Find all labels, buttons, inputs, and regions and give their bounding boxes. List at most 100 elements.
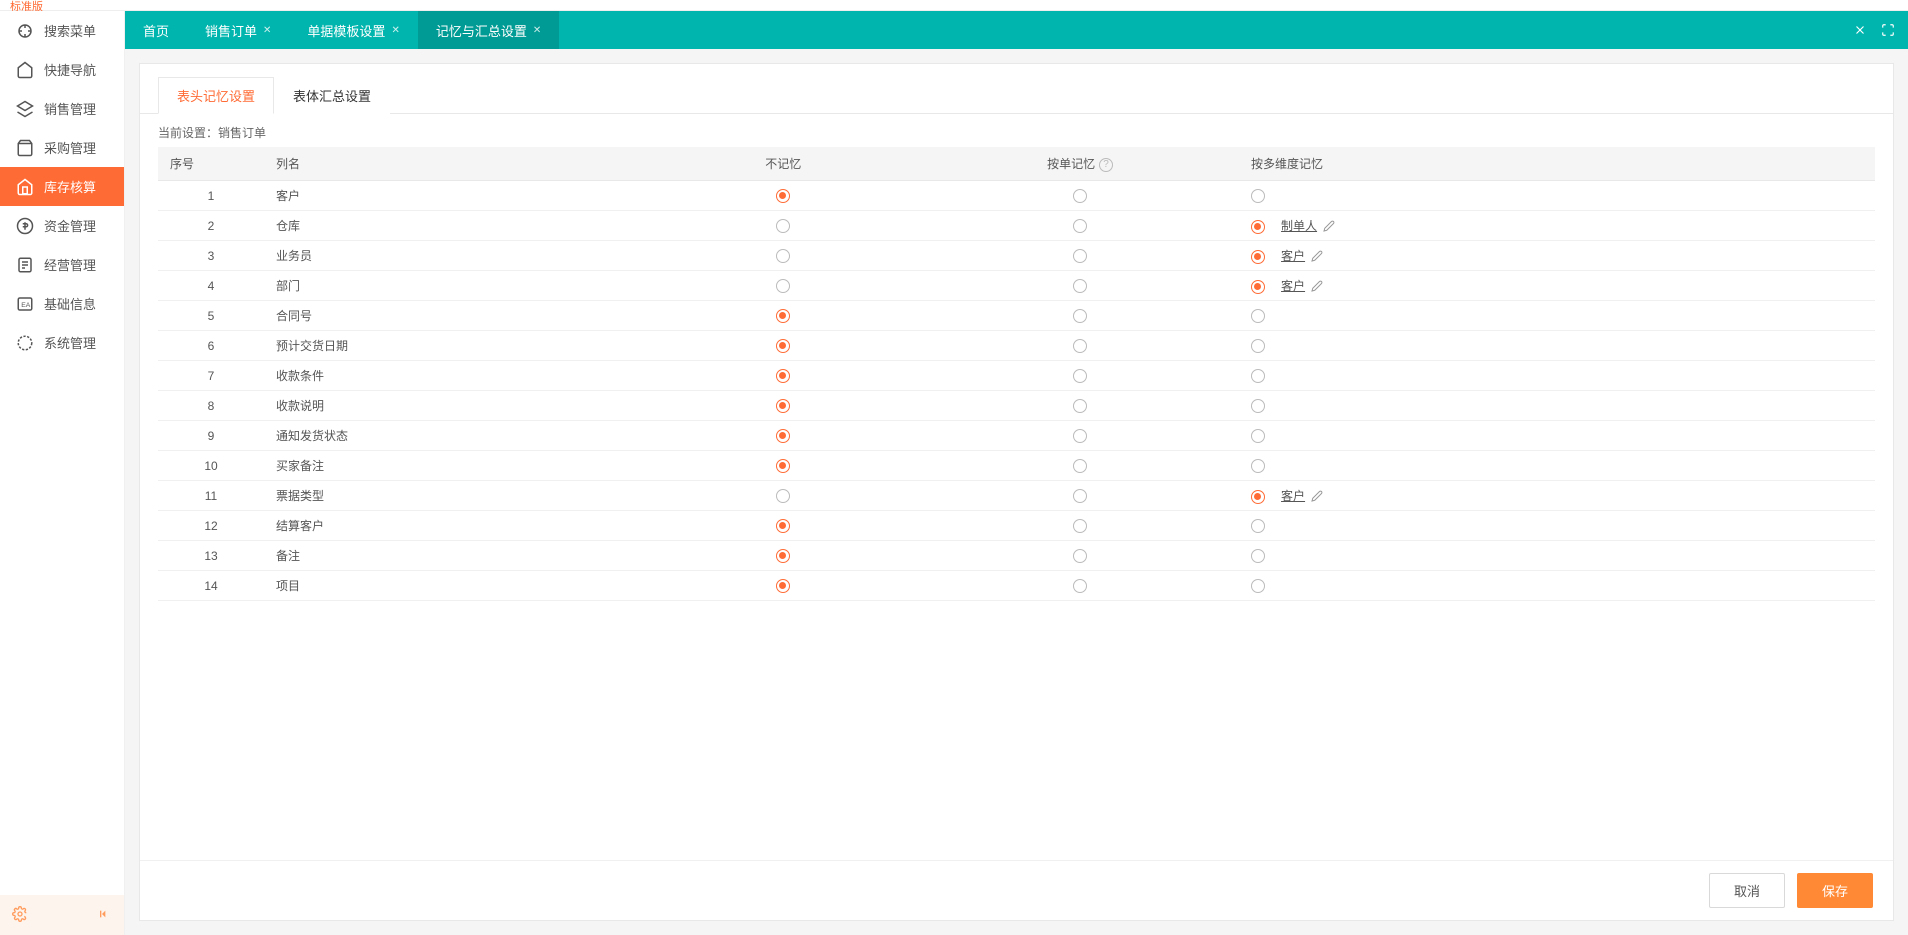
cell-bydim: 客户 xyxy=(1239,271,1875,301)
cell-name: 票据类型 xyxy=(264,481,646,511)
cell-nomemory xyxy=(646,391,922,421)
table-row: 9通知发货状态 xyxy=(158,421,1875,451)
close-all-icon[interactable] xyxy=(1848,18,1872,42)
sidebar-item-inventory[interactable]: 库存核算 xyxy=(0,167,124,206)
radio-bybill[interactable] xyxy=(1073,279,1087,293)
radio-bydim[interactable] xyxy=(1251,579,1265,593)
radio-bybill[interactable] xyxy=(1073,579,1087,593)
radio-nomemory[interactable] xyxy=(776,579,790,593)
dim-link[interactable]: 客户 xyxy=(1281,247,1305,264)
cell-bydim: 客户 xyxy=(1239,241,1875,271)
dim-link[interactable]: 客户 xyxy=(1281,487,1305,504)
sidebar-item-search-menu[interactable]: 搜索菜单 xyxy=(0,11,124,50)
save-button[interactable]: 保存 xyxy=(1797,873,1873,908)
radio-nomemory[interactable] xyxy=(776,249,790,263)
radio-bybill[interactable] xyxy=(1073,189,1087,203)
dim-link[interactable]: 制单人 xyxy=(1281,217,1317,234)
cell-name: 合同号 xyxy=(264,301,646,331)
cell-name: 预计交货日期 xyxy=(264,331,646,361)
tab-home[interactable]: 首页 xyxy=(125,11,187,49)
radio-bybill[interactable] xyxy=(1073,219,1087,233)
radio-bydim[interactable] xyxy=(1251,429,1265,443)
radio-bydim[interactable] xyxy=(1251,280,1265,294)
radio-bybill[interactable] xyxy=(1073,489,1087,503)
radio-bydim[interactable] xyxy=(1251,490,1265,504)
dim-link[interactable]: 客户 xyxy=(1281,277,1305,294)
radio-bybill[interactable] xyxy=(1073,459,1087,473)
radio-bybill[interactable] xyxy=(1073,309,1087,323)
memory-table: 序号 列名 不记忆 按单记忆? 按多维度记忆 1客户2仓库制单人3业务员客户4部… xyxy=(158,147,1875,601)
sidebar-item-quick-nav[interactable]: 快捷导航 xyxy=(0,50,124,89)
inner-tabs: 表头记忆设置表体汇总设置 xyxy=(140,64,1893,114)
sidebar-item-system-mgmt[interactable]: 系统管理 xyxy=(0,323,124,362)
radio-bydim[interactable] xyxy=(1251,369,1265,383)
edit-icon[interactable] xyxy=(1323,220,1335,232)
sidebar-item-basic-info[interactable]: EA基础信息 xyxy=(0,284,124,323)
radio-nomemory[interactable] xyxy=(776,369,790,383)
close-icon[interactable]: ✕ xyxy=(391,25,399,36)
radio-bybill[interactable] xyxy=(1073,399,1087,413)
tab-sales-order[interactable]: 销售订单✕ xyxy=(187,11,289,49)
sidebar-item-purchase-mgmt[interactable]: 采购管理 xyxy=(0,128,124,167)
cancel-button[interactable]: 取消 xyxy=(1709,873,1785,908)
cell-nomemory xyxy=(646,271,922,301)
radio-nomemory[interactable] xyxy=(776,309,790,323)
tab-memory-summary[interactable]: 记忆与汇总设置✕ xyxy=(418,11,559,49)
radio-bybill[interactable] xyxy=(1073,369,1087,383)
radio-bybill[interactable] xyxy=(1073,429,1087,443)
cell-name: 收款条件 xyxy=(264,361,646,391)
radio-bydim[interactable] xyxy=(1251,189,1265,203)
cell-nomemory xyxy=(646,571,922,601)
radio-bydim[interactable] xyxy=(1251,459,1265,473)
cell-bydim xyxy=(1239,511,1875,541)
collapse-icon[interactable] xyxy=(96,906,112,925)
radio-bydim[interactable] xyxy=(1251,309,1265,323)
close-icon[interactable]: ✕ xyxy=(533,25,541,36)
system-mgmt-icon xyxy=(16,334,34,352)
cell-seq: 7 xyxy=(158,361,264,391)
cell-name: 业务员 xyxy=(264,241,646,271)
radio-nomemory[interactable] xyxy=(776,279,790,293)
radio-bybill[interactable] xyxy=(1073,549,1087,563)
tab-doc-template[interactable]: 单据模板设置✕ xyxy=(289,11,417,49)
radio-bydim[interactable] xyxy=(1251,339,1265,353)
radio-bybill[interactable] xyxy=(1073,249,1087,263)
radio-bydim[interactable] xyxy=(1251,220,1265,234)
business-mgmt-icon xyxy=(16,256,34,274)
close-icon[interactable]: ✕ xyxy=(263,25,271,36)
radio-nomemory[interactable] xyxy=(776,519,790,533)
gear-icon[interactable] xyxy=(12,906,28,925)
radio-nomemory[interactable] xyxy=(776,339,790,353)
quick-nav-icon xyxy=(16,61,34,79)
radio-nomemory[interactable] xyxy=(776,219,790,233)
radio-nomemory[interactable] xyxy=(776,399,790,413)
edit-icon[interactable] xyxy=(1311,280,1323,292)
radio-bydim[interactable] xyxy=(1251,549,1265,563)
inner-tab-header-memory[interactable]: 表头记忆设置 xyxy=(158,77,274,114)
radio-bydim[interactable] xyxy=(1251,399,1265,413)
radio-nomemory[interactable] xyxy=(776,489,790,503)
cell-bydim xyxy=(1239,451,1875,481)
radio-nomemory[interactable] xyxy=(776,429,790,443)
radio-bybill[interactable] xyxy=(1073,519,1087,533)
sidebar-item-business-mgmt[interactable]: 经营管理 xyxy=(0,245,124,284)
cell-name: 收款说明 xyxy=(264,391,646,421)
sidebar-item-funds-mgmt[interactable]: 资金管理 xyxy=(0,206,124,245)
inner-tab-body-summary[interactable]: 表体汇总设置 xyxy=(274,77,390,114)
table-row: 7收款条件 xyxy=(158,361,1875,391)
radio-nomemory[interactable] xyxy=(776,459,790,473)
table-row: 14项目 xyxy=(158,571,1875,601)
radio-bydim[interactable] xyxy=(1251,519,1265,533)
sidebar-item-sales-mgmt[interactable]: 销售管理 xyxy=(0,89,124,128)
radio-nomemory[interactable] xyxy=(776,549,790,563)
help-icon[interactable]: ? xyxy=(1099,158,1113,172)
fullscreen-icon[interactable] xyxy=(1876,18,1900,42)
radio-bybill[interactable] xyxy=(1073,339,1087,353)
edit-icon[interactable] xyxy=(1311,250,1323,262)
cell-bybill xyxy=(921,301,1239,331)
radio-bydim[interactable] xyxy=(1251,250,1265,264)
cell-seq: 12 xyxy=(158,511,264,541)
edit-icon[interactable] xyxy=(1311,490,1323,502)
cell-bydim xyxy=(1239,421,1875,451)
radio-nomemory[interactable] xyxy=(776,189,790,203)
